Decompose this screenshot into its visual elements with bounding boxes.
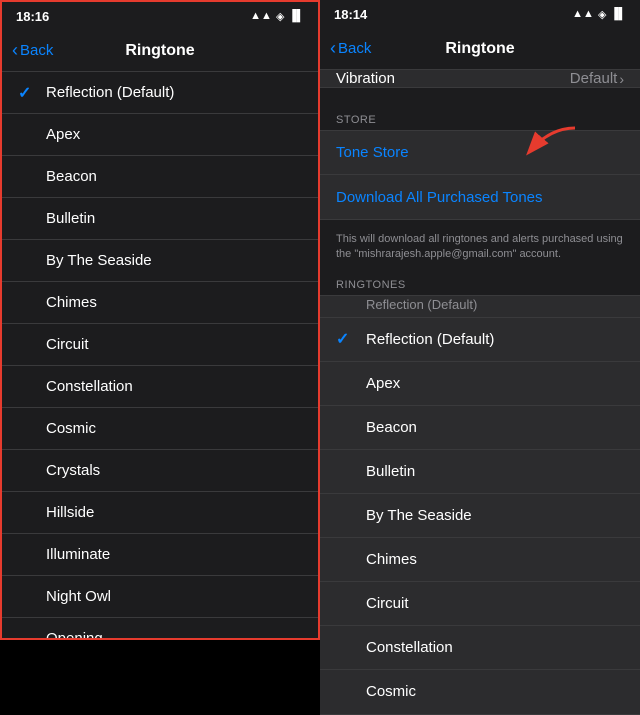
item-label: Beacon xyxy=(46,168,97,185)
right-status-bar: 18:14 ▲▲ ◈ ▐▌ xyxy=(320,0,640,28)
right-nav-title: Ringtone xyxy=(445,40,514,58)
left-list-item[interactable]: Opening xyxy=(2,618,318,638)
item-label: Circuit xyxy=(366,595,409,612)
right-wifi-icon: ◈ xyxy=(598,8,606,21)
store-section: Tone Store Download All Purchased Tones xyxy=(320,130,640,220)
right-ringtone-list: Reflection (Default) ✓ Reflection (Defaul… xyxy=(320,295,640,715)
item-label: Bulletin xyxy=(366,463,415,480)
right-battery-icon: ▐▌ xyxy=(610,8,626,20)
item-label: Crystals xyxy=(46,462,100,479)
download-purchased-label: Download All Purchased Tones xyxy=(336,189,543,206)
right-nav-bar: ‹ Back Ringtone xyxy=(320,28,640,70)
item-label: Night Owl xyxy=(46,588,111,605)
item-label: By The Seaside xyxy=(366,507,472,524)
right-back-label: Back xyxy=(338,40,371,57)
right-list-item[interactable]: ✓ Reflection (Default) xyxy=(320,318,640,362)
item-label: Reflection (Default) xyxy=(46,84,174,101)
item-label: Beacon xyxy=(366,419,417,436)
vibration-value: Default › xyxy=(570,70,624,87)
signal-icon: ▲▲ xyxy=(250,10,272,22)
left-time: 18:16 xyxy=(16,9,49,24)
item-label: Reflection (Default) xyxy=(366,331,494,348)
right-back-button[interactable]: ‹ Back xyxy=(330,38,371,59)
vibration-label: Vibration xyxy=(336,70,395,87)
item-label: Hillside xyxy=(46,504,94,521)
left-status-icons: ▲▲ ◈ ▐▌ xyxy=(250,10,304,23)
download-purchased-item[interactable]: Download All Purchased Tones xyxy=(320,175,640,219)
left-list-item[interactable]: Chimes xyxy=(2,282,318,324)
right-list-item[interactable]: Chimes xyxy=(320,538,640,582)
right-list-item[interactable]: Cosmic xyxy=(320,670,640,714)
left-panel: 18:16 ▲▲ ◈ ▐▌ ‹ Back Ringtone ✓ Reflectio… xyxy=(0,0,320,640)
left-list-item[interactable]: Cosmic xyxy=(2,408,318,450)
left-list-item[interactable]: Illuminate xyxy=(2,534,318,576)
item-label: Circuit xyxy=(46,336,89,353)
right-list-item[interactable]: By The Seaside xyxy=(320,494,640,538)
right-back-chevron-icon: ‹ xyxy=(330,38,336,59)
store-note: This will download all ringtones and ale… xyxy=(320,226,640,273)
ringtones-section-header: Ringtones xyxy=(320,273,640,295)
left-list-item[interactable]: Circuit xyxy=(2,324,318,366)
left-back-chevron-icon: ‹ xyxy=(12,40,18,61)
right-list-item[interactable]: Circuit xyxy=(320,582,640,626)
right-panel: 18:14 ▲▲ ◈ ▐▌ ‹ Back Ringtone Vibration … xyxy=(320,0,640,640)
item-label: By The Seaside xyxy=(46,252,152,269)
right-time: 18:14 xyxy=(334,7,367,22)
vibration-value-text: Default xyxy=(570,70,618,87)
wifi-icon: ◈ xyxy=(276,10,284,23)
store-section-header: Store xyxy=(320,106,640,130)
left-list-item[interactable]: Apex xyxy=(2,114,318,156)
right-list-item[interactable]: Beacon xyxy=(320,406,640,450)
check-icon: ✓ xyxy=(336,329,354,349)
left-list-item[interactable]: Constellation xyxy=(2,366,318,408)
right-list-item[interactable]: Bulletin xyxy=(320,450,640,494)
right-status-icons: ▲▲ ◈ ▐▌ xyxy=(572,8,626,21)
check-icon: ✓ xyxy=(18,83,36,103)
right-list-item[interactable]: Apex xyxy=(320,362,640,406)
left-list-item[interactable]: Beacon xyxy=(2,156,318,198)
item-label: Cosmic xyxy=(366,683,416,700)
left-back-label: Back xyxy=(20,42,53,59)
left-list-item[interactable]: Hillside xyxy=(2,492,318,534)
item-label: Opening xyxy=(46,630,103,638)
tone-store-label: Tone Store xyxy=(336,144,409,161)
item-label: Illuminate xyxy=(46,546,110,563)
item-label: Cosmic xyxy=(46,420,96,437)
item-label: Chimes xyxy=(46,294,97,311)
item-label: Apex xyxy=(46,126,80,143)
item-label: Chimes xyxy=(366,551,417,568)
item-label: Apex xyxy=(366,375,400,392)
left-list-item[interactable]: By The Seaside xyxy=(2,240,318,282)
right-list-item[interactable]: Constellation xyxy=(320,626,640,670)
item-label: Bulletin xyxy=(46,210,95,227)
left-status-bar: 18:16 ▲▲ ◈ ▐▌ xyxy=(2,2,318,30)
battery-icon: ▐▌ xyxy=(288,10,304,22)
left-list-item[interactable]: Night Owl xyxy=(2,576,318,618)
left-list-item[interactable]: Crystals xyxy=(2,450,318,492)
left-nav-bar: ‹ Back Ringtone xyxy=(2,30,318,72)
partial-item: Reflection (Default) xyxy=(320,296,640,318)
vibration-chevron-icon: › xyxy=(619,71,624,87)
vibration-row[interactable]: Vibration Default › xyxy=(320,70,640,88)
left-ringtone-list: ✓ Reflection (Default) Apex Beacon Bulletin B… xyxy=(2,72,318,638)
tone-store-item[interactable]: Tone Store xyxy=(320,131,640,175)
left-back-button[interactable]: ‹ Back xyxy=(12,40,53,61)
left-list-item[interactable]: Bulletin xyxy=(2,198,318,240)
item-label: Constellation xyxy=(366,639,453,656)
right-signal-icon: ▲▲ xyxy=(572,8,594,20)
left-nav-title: Ringtone xyxy=(125,42,194,60)
item-label: Constellation xyxy=(46,378,133,395)
left-list-item[interactable]: ✓ Reflection (Default) xyxy=(2,72,318,114)
